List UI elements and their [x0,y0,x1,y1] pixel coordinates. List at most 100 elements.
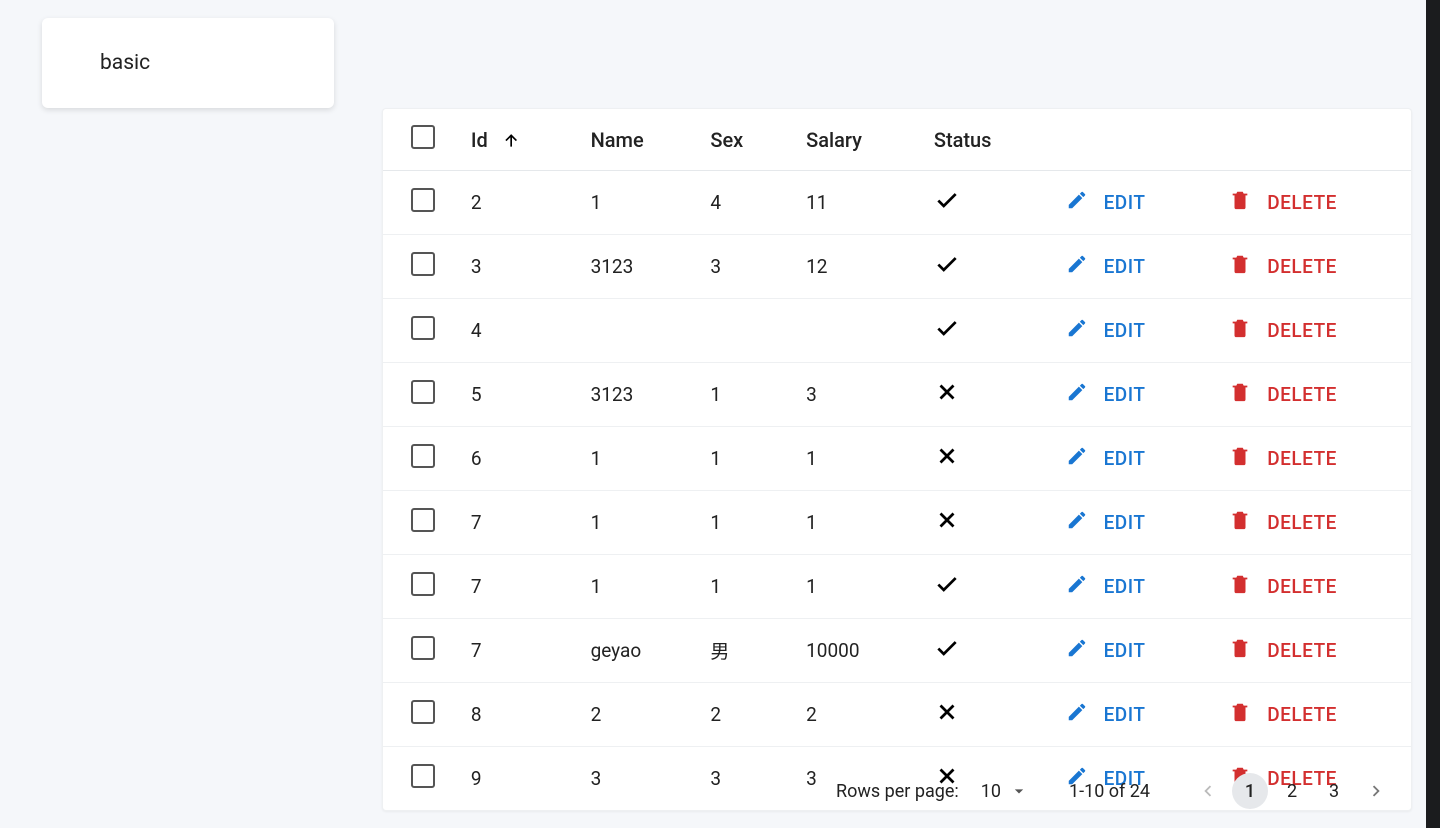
delete-button[interactable]: DELETE [1229,253,1337,280]
table-row: 5312313EDITDELETE [383,363,1411,427]
right-edge-strip [1426,0,1440,828]
pencil-icon [1066,253,1088,280]
header-id-label: Id [471,128,488,152]
edit-button[interactable]: EDIT [1066,189,1146,216]
edit-button[interactable]: EDIT [1066,317,1146,344]
edit-label: EDIT [1104,511,1146,534]
pencil-icon [1066,573,1088,600]
header-salary[interactable]: Salary [798,109,926,171]
page-button-2[interactable]: 2 [1274,773,1310,809]
edit-button[interactable]: EDIT [1066,381,1146,408]
edit-button[interactable]: EDIT [1066,573,1146,600]
delete-button[interactable]: DELETE [1229,381,1337,408]
table-header-row: Id Name Sex Salary Status [383,109,1411,171]
card-basic[interactable]: basic [42,18,334,108]
edit-button[interactable]: EDIT [1066,253,1146,280]
delete-button[interactable]: DELETE [1229,189,1337,216]
data-table: Id Name Sex Salary Status 21411EDITDELET… [382,108,1412,811]
delete-label: DELETE [1267,447,1337,470]
pencil-icon [1066,317,1088,344]
edit-label: EDIT [1104,319,1146,342]
page-button-3[interactable]: 3 [1316,773,1352,809]
cell-sex: 1 [710,511,721,534]
edit-button[interactable]: EDIT [1066,509,1146,536]
table-row: 7111EDITDELETE [383,491,1411,555]
header-name[interactable]: Name [583,109,703,171]
cell-salary: 2 [806,703,817,726]
edit-button[interactable]: EDIT [1066,701,1146,728]
rows-per-page: Rows per page: 10 [836,781,1029,802]
row-checkbox[interactable] [411,636,435,660]
delete-label: DELETE [1267,575,1337,598]
delete-button[interactable]: DELETE [1229,509,1337,536]
rows-per-page-select[interactable]: 10 [981,781,1029,802]
row-checkbox[interactable] [411,188,435,212]
check-icon [934,259,960,282]
edit-label: EDIT [1104,255,1146,278]
trash-icon [1229,189,1251,216]
check-icon [934,195,960,218]
cell-sex: 4 [710,191,721,214]
delete-label: DELETE [1267,639,1337,662]
cell-salary: 3 [806,383,817,406]
edit-button[interactable]: EDIT [1066,637,1146,664]
rows-per-page-value: 10 [981,781,1001,802]
delete-button[interactable]: DELETE [1229,637,1337,664]
cell-name: 3123 [591,255,634,278]
close-icon [934,515,960,538]
row-checkbox[interactable] [411,508,435,532]
cell-id: 7 [471,575,482,598]
cell-salary: 1 [806,447,817,470]
row-checkbox[interactable] [411,380,435,404]
trash-icon [1229,701,1251,728]
cell-id: 7 [471,511,482,534]
delete-button[interactable]: DELETE [1229,573,1337,600]
trash-icon [1229,573,1251,600]
select-all-checkbox[interactable] [411,125,435,149]
row-checkbox[interactable] [411,700,435,724]
rows-per-page-label: Rows per page: [836,781,959,802]
header-status[interactable]: Status [926,109,1058,171]
cell-id: 5 [471,383,482,406]
delete-button[interactable]: DELETE [1229,317,1337,344]
close-icon [934,451,960,474]
edit-label: EDIT [1104,447,1146,470]
row-checkbox[interactable] [411,572,435,596]
cell-name: 1 [591,447,602,470]
cell-salary: 12 [806,255,827,278]
edit-label: EDIT [1104,575,1146,598]
pencil-icon [1066,381,1088,408]
check-icon [934,323,960,346]
pager: 123 [1190,773,1394,809]
cell-name: 3123 [591,383,634,406]
prev-page-button[interactable] [1190,773,1226,809]
next-page-button[interactable] [1358,773,1394,809]
delete-label: DELETE [1267,319,1337,342]
delete-button[interactable]: DELETE [1229,701,1337,728]
edit-label: EDIT [1104,191,1146,214]
edit-button[interactable]: EDIT [1066,445,1146,472]
cell-sex: 男 [710,640,729,663]
row-checkbox[interactable] [411,444,435,468]
table-row: 21411EDITDELETE [383,171,1411,235]
pagination-range: 1-10 of 24 [1069,781,1150,802]
row-checkbox[interactable] [411,252,435,276]
edit-label: EDIT [1104,703,1146,726]
cell-id: 2 [471,191,482,214]
cell-id: 7 [471,639,482,662]
page-button-1[interactable]: 1 [1232,773,1268,809]
close-icon [934,707,960,730]
cell-name: geyao [591,639,642,662]
header-sex[interactable]: Sex [702,109,798,171]
cell-name: 1 [591,575,602,598]
chevron-right-icon [1365,780,1387,802]
table-footer: Rows per page: 10 1-10 of 24 123 [382,766,1412,816]
row-checkbox[interactable] [411,316,435,340]
cell-salary: 10000 [806,639,859,662]
close-icon [934,387,960,410]
dropdown-icon [1009,781,1029,801]
trash-icon [1229,445,1251,472]
header-id[interactable]: Id [463,109,583,171]
delete-button[interactable]: DELETE [1229,445,1337,472]
chevron-left-icon [1197,780,1219,802]
